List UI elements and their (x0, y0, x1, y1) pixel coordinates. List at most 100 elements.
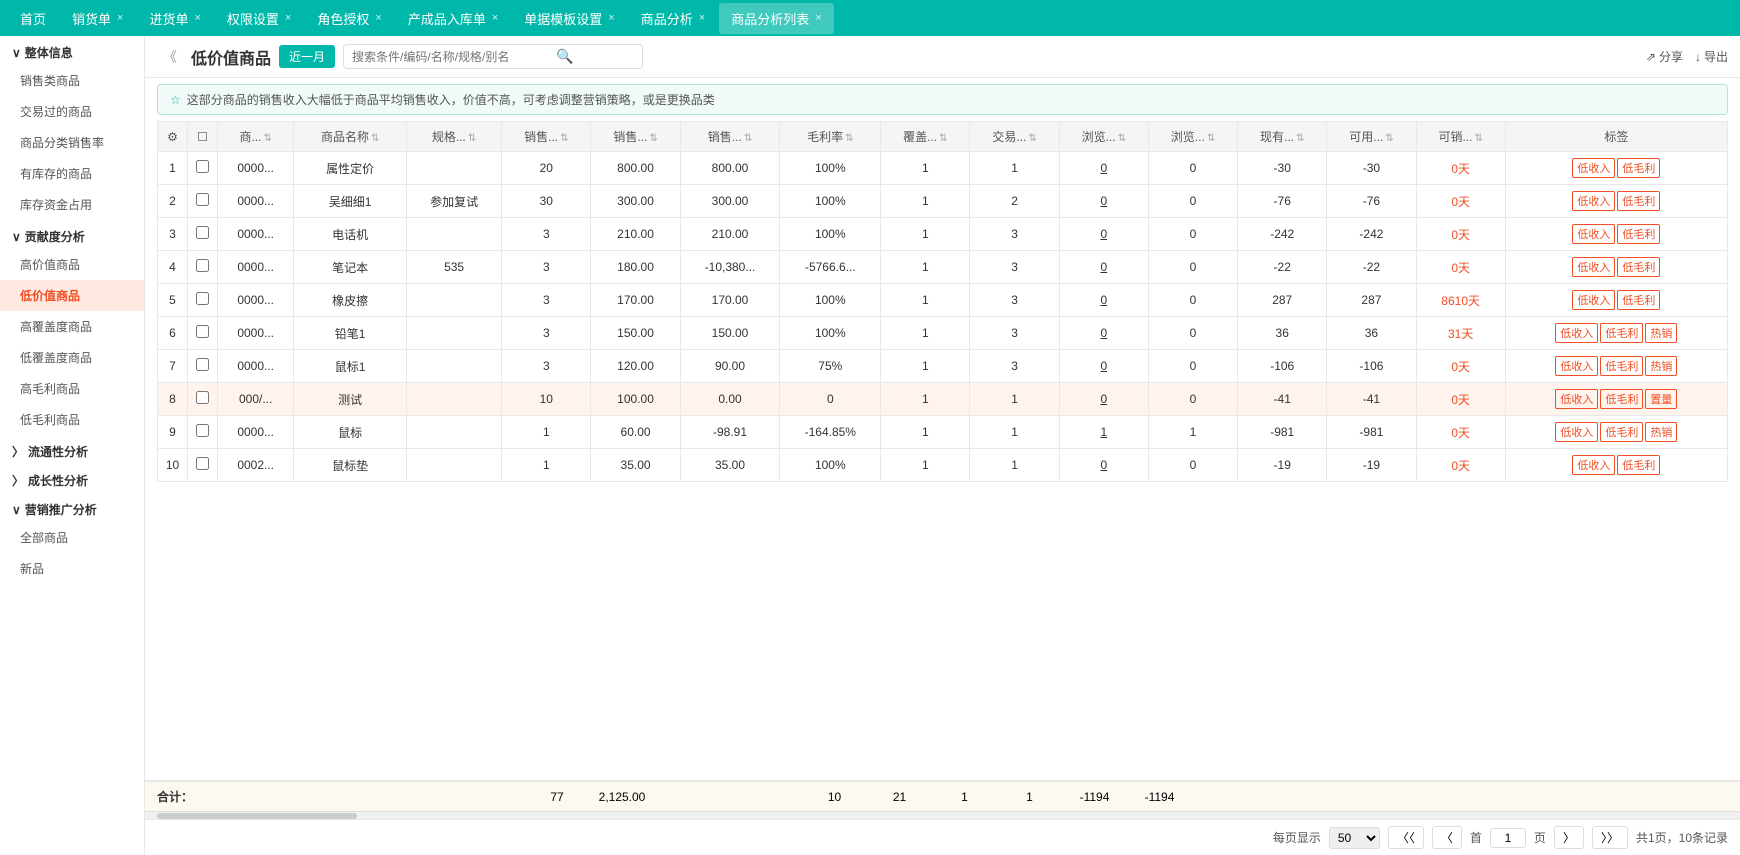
nav-product-inbound[interactable]: 产成品入库单 × (396, 3, 510, 34)
th-stock[interactable]: 现有...⇅ (1238, 122, 1327, 152)
row-sale-amt1: 800.00 (591, 152, 680, 185)
sidebar-item-high-value[interactable]: 高价值商品 (0, 249, 144, 280)
row-spec (406, 152, 501, 185)
sidebar-group-contribution[interactable]: ∨ 贡献度分析 (0, 220, 144, 249)
row-browse1[interactable]: 0 (1059, 317, 1148, 350)
close-icon[interactable]: × (699, 12, 705, 24)
row-checkbox[interactable] (188, 350, 218, 383)
sidebar-item-low-value[interactable]: 低价值商品 (0, 280, 144, 311)
sidebar-item-all-products[interactable]: 全部商品 (0, 522, 144, 553)
row-spec (406, 449, 501, 482)
nav-purchase-order[interactable]: 进货单 × (137, 3, 212, 34)
row-checkbox[interactable] (188, 251, 218, 284)
nav-product-analysis[interactable]: 商品分析 × (629, 3, 717, 34)
row-no: 8 (158, 383, 188, 416)
row-gross-rate: -164.85% (780, 416, 881, 449)
close-icon[interactable]: × (608, 12, 614, 24)
th-sale-days[interactable]: 可销...⇅ (1416, 122, 1505, 152)
row-checkbox[interactable] (188, 218, 218, 251)
close-icon[interactable]: × (492, 12, 498, 24)
th-gross-rate[interactable]: 毛利率⇅ (780, 122, 881, 152)
sidebar-item-category-sales-rate[interactable]: 商品分类销售率 (0, 127, 144, 158)
th-name[interactable]: 商品名称⇅ (294, 122, 407, 152)
th-sale-amt1[interactable]: 销售...⇅ (591, 122, 680, 152)
th-settings[interactable]: ⚙ (158, 122, 188, 152)
sidebar-item-inventory-products[interactable]: 有库存的商品 (0, 158, 144, 189)
row-sale-days: 0天 (1416, 185, 1505, 218)
th-avail[interactable]: 可用...⇅ (1327, 122, 1416, 152)
nav-sales-order[interactable]: 销货单 × (60, 3, 135, 34)
collapse-button[interactable]: 《 (157, 45, 183, 69)
th-qty[interactable]: 销售...⇅ (502, 122, 591, 152)
row-code: 0000... (218, 185, 294, 218)
next-page-button[interactable]: 〉 (1554, 826, 1584, 849)
row-browse1[interactable]: 0 (1059, 383, 1148, 416)
row-avail: -106 (1327, 350, 1416, 383)
close-icon[interactable]: × (815, 12, 821, 24)
th-checkbox[interactable]: ☐ (188, 122, 218, 152)
row-browse1[interactable]: 0 (1059, 284, 1148, 317)
th-spec[interactable]: 规格...⇅ (406, 122, 501, 152)
page-input[interactable] (1490, 828, 1526, 848)
th-trade[interactable]: 交易...⇅ (970, 122, 1059, 152)
sidebar-item-sales-products[interactable]: 销售类商品 (0, 65, 144, 96)
nav-product-analysis-list[interactable]: 商品分析列表 × (719, 3, 833, 34)
row-checkbox[interactable] (188, 152, 218, 185)
row-sale-days: 0天 (1416, 218, 1505, 251)
sidebar-item-inventory-capital[interactable]: 库存资金占用 (0, 189, 144, 220)
first-page-button[interactable]: 〈〈 (1388, 826, 1424, 849)
th-code[interactable]: 商...⇅ (218, 122, 294, 152)
row-gross-rate: 100% (780, 449, 881, 482)
per-page-select[interactable]: 50 100 200 (1329, 827, 1380, 849)
row-sale-days: 0天 (1416, 152, 1505, 185)
sidebar-group-overall[interactable]: ∨ 整体信息 (0, 36, 144, 65)
close-icon[interactable]: × (194, 12, 200, 24)
row-browse1[interactable]: 0 (1059, 449, 1148, 482)
row-browse1[interactable]: 1 (1059, 416, 1148, 449)
th-tags: 标签 (1505, 122, 1727, 152)
row-checkbox[interactable] (188, 383, 218, 416)
row-browse1[interactable]: 0 (1059, 152, 1148, 185)
row-checkbox[interactable] (188, 416, 218, 449)
row-stock: -30 (1238, 152, 1327, 185)
row-checkbox[interactable] (188, 284, 218, 317)
prev-page-button[interactable]: 〈 (1432, 826, 1462, 849)
row-code: 000/... (218, 383, 294, 416)
row-browse1[interactable]: 0 (1059, 350, 1148, 383)
row-browse1[interactable]: 0 (1059, 251, 1148, 284)
sidebar-group-growth[interactable]: 〉 成长性分析 (0, 464, 144, 493)
nav-home[interactable]: 首页 (8, 3, 58, 34)
share-button[interactable]: ⇗ 分享 (1646, 48, 1683, 65)
time-filter-button[interactable]: 近一月 (279, 45, 335, 68)
close-icon[interactable]: × (117, 12, 123, 24)
sidebar-group-liquidity[interactable]: 〉 流通性分析 (0, 435, 144, 464)
th-sale-amt2[interactable]: 销售...⇅ (680, 122, 780, 152)
th-coverage[interactable]: 覆盖...⇅ (881, 122, 970, 152)
close-icon[interactable]: × (285, 12, 291, 24)
row-browse1[interactable]: 0 (1059, 218, 1148, 251)
row-checkbox[interactable] (188, 449, 218, 482)
row-checkbox[interactable] (188, 185, 218, 218)
search-icon[interactable]: 🔍 (556, 48, 573, 65)
row-checkbox[interactable] (188, 317, 218, 350)
sidebar-group-marketing[interactable]: ∨ 营销推广分析 (0, 493, 144, 522)
th-browse1[interactable]: 浏览...⇅ (1059, 122, 1148, 152)
export-button[interactable]: ↓ 导出 (1695, 48, 1728, 65)
sidebar-item-low-gross[interactable]: 低毛利商品 (0, 404, 144, 435)
sidebar-item-low-coverage[interactable]: 低覆盖度商品 (0, 342, 144, 373)
row-sale-days: 0天 (1416, 449, 1505, 482)
sidebar-item-high-gross[interactable]: 高毛利商品 (0, 373, 144, 404)
row-browse1[interactable]: 0 (1059, 185, 1148, 218)
search-input[interactable] (352, 50, 552, 64)
last-page-button[interactable]: 〉〉 (1592, 826, 1628, 849)
row-no: 1 (158, 152, 188, 185)
sidebar-item-high-coverage[interactable]: 高覆盖度商品 (0, 311, 144, 342)
nav-role-auth[interactable]: 角色授权 × (305, 3, 393, 34)
scrollbar-area[interactable] (145, 811, 1740, 819)
sidebar-item-new-products[interactable]: 新品 (0, 553, 144, 584)
nav-permission-settings[interactable]: 权限设置 × (215, 3, 303, 34)
close-icon[interactable]: × (375, 12, 381, 24)
nav-template-settings[interactable]: 单据模板设置 × (512, 3, 626, 34)
sidebar-item-traded-products[interactable]: 交易过的商品 (0, 96, 144, 127)
th-browse2[interactable]: 浏览...⇅ (1148, 122, 1237, 152)
